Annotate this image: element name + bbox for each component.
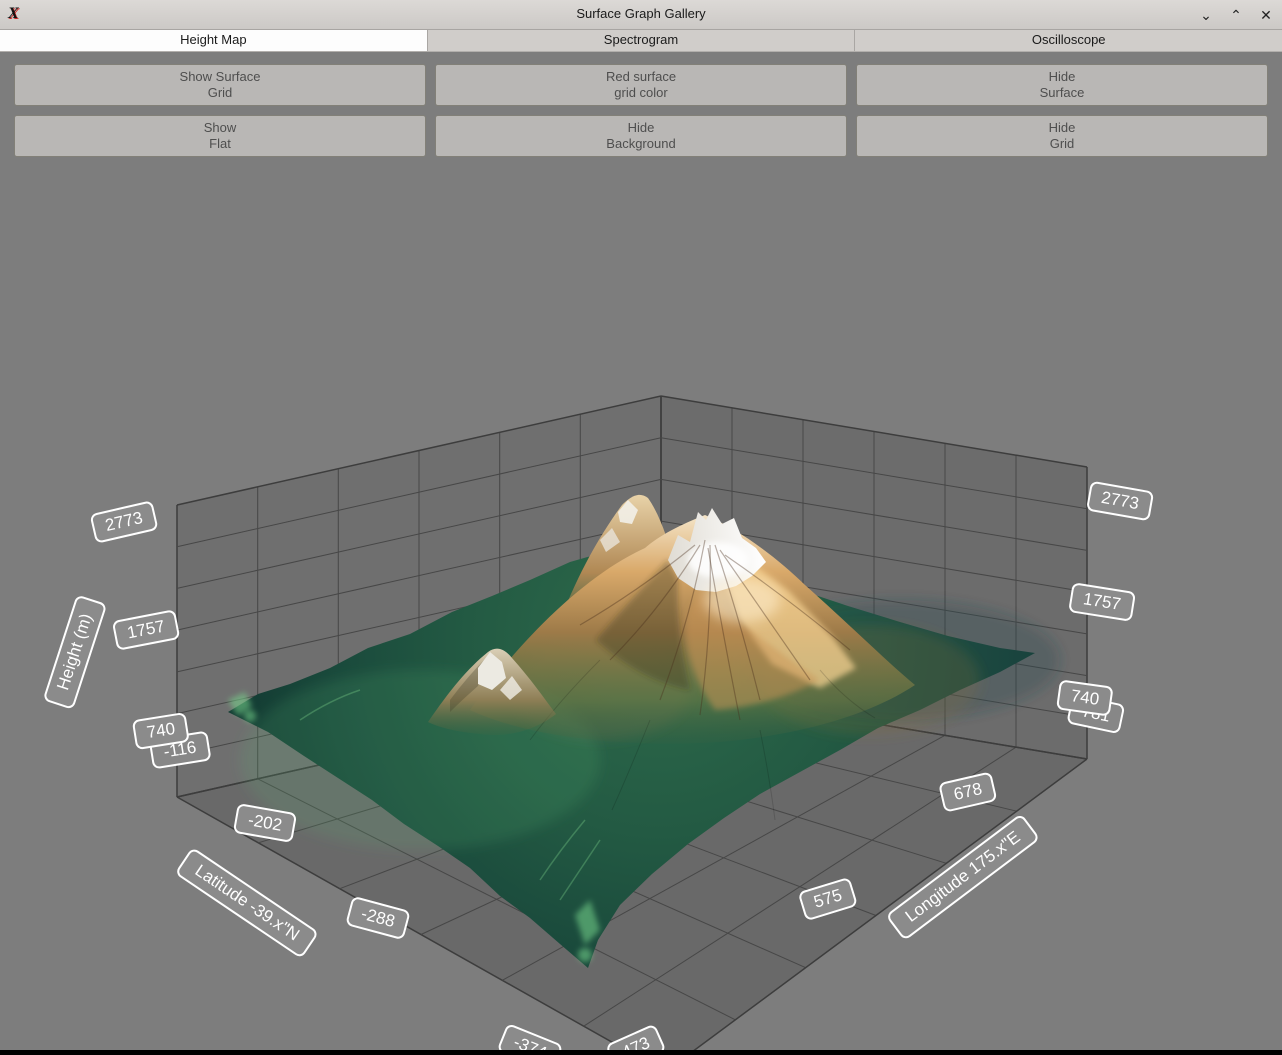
show-surface-grid-button[interactable]: Show Surface Grid bbox=[14, 64, 426, 106]
tab-oscilloscope[interactable]: Oscilloscope bbox=[855, 30, 1282, 51]
title-bar[interactable]: X Surface Graph Gallery ⌄ ⌃ ✕ bbox=[0, 0, 1282, 30]
red-surface-grid-color-button[interactable]: Red surface grid color bbox=[435, 64, 847, 106]
surface-plot-canvas bbox=[0, 0, 1282, 1050]
tab-height-map[interactable]: Height Map bbox=[0, 30, 428, 51]
shade-button[interactable]: ⌄ bbox=[1196, 4, 1216, 26]
toolbar: Show Surface Grid Red surface grid color… bbox=[14, 64, 1268, 157]
window-title: Surface Graph Gallery bbox=[0, 6, 1282, 21]
tab-bar: Height Map Spectrogram Oscilloscope bbox=[0, 30, 1282, 52]
show-flat-button[interactable]: Show Flat bbox=[14, 115, 426, 157]
app-window: 2773 1757 -116 740 Height (m) 2773 1757 … bbox=[0, 0, 1282, 1050]
hide-grid-button[interactable]: Hide Grid bbox=[856, 115, 1268, 157]
hide-surface-button[interactable]: Hide Surface bbox=[856, 64, 1268, 106]
maximize-button[interactable]: ⌃ bbox=[1226, 4, 1246, 26]
window-controls: ⌄ ⌃ ✕ bbox=[1196, 0, 1276, 29]
tab-spectrogram[interactable]: Spectrogram bbox=[428, 30, 856, 51]
close-button[interactable]: ✕ bbox=[1256, 4, 1276, 26]
hide-background-button[interactable]: Hide Background bbox=[435, 115, 847, 157]
surface-plot-view[interactable]: 2773 1757 -116 740 Height (m) 2773 1757 … bbox=[0, 0, 1282, 1050]
